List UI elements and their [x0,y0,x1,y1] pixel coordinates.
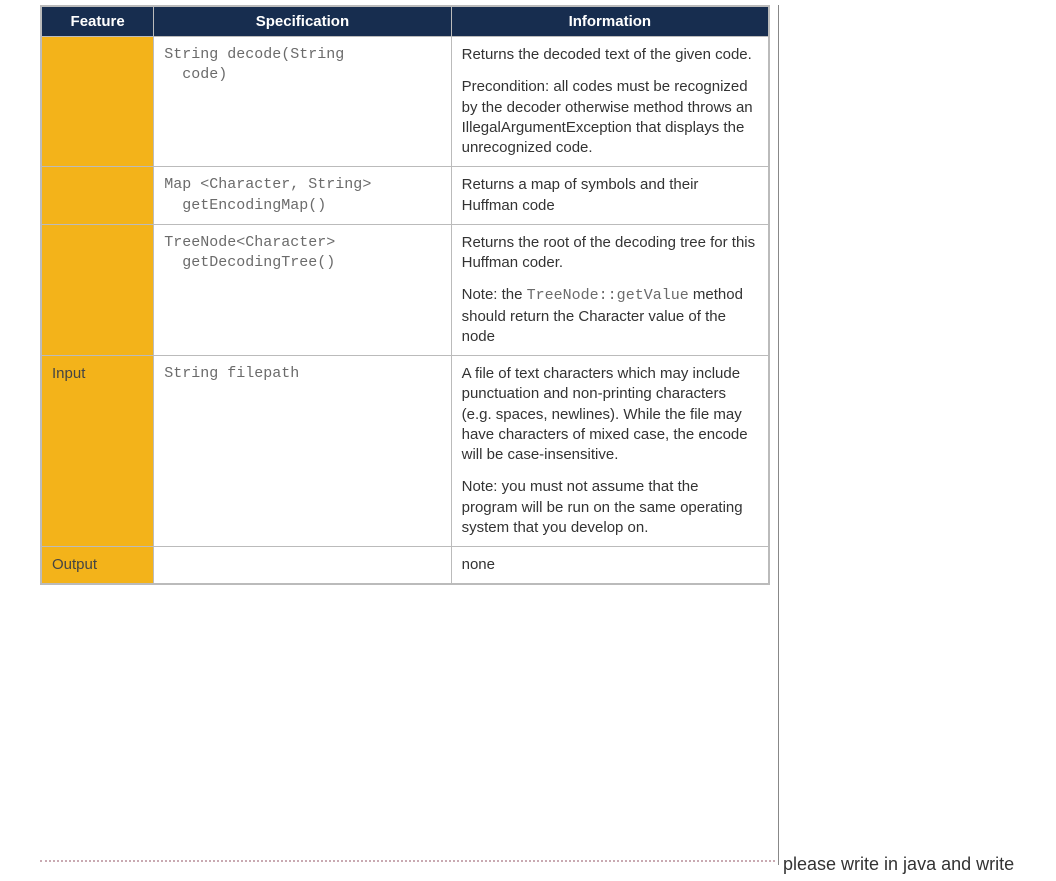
spec-cell [154,547,451,585]
spec-cell: TreeNode<Character> getDecodingTree() [154,224,451,355]
code-inline: TreeNode::getValue [527,287,689,304]
info-cell: none [451,547,769,585]
info-cell: Returns a map of symbols and their Huffm… [451,167,769,225]
info-paragraph: Note: the TreeNode::getValue method shou… [462,285,758,347]
spec-cell: Map <Character, String> getEncodingMap() [154,167,451,225]
table-row: Input String filepath A file of text cha… [41,356,769,547]
feature-cell [41,167,154,225]
table-row: String decode(String code) Returns the d… [41,37,769,167]
info-paragraph: Returns the decoded text of the given co… [462,45,758,65]
info-paragraph: Precondition: all codes must be recogniz… [462,77,758,158]
header-feature: Feature [41,6,154,37]
spec-cell: String filepath [154,356,451,547]
spec-table: Feature Specification Information String… [40,5,770,585]
spec-table-container: Feature Specification Information String… [40,5,770,585]
feature-cell: Input [41,356,154,547]
info-paragraph: Returns a map of symbols and their Huffm… [462,175,758,216]
vertical-divider [778,5,779,865]
info-cell: Returns the decoded text of the given co… [451,37,769,167]
table-row: Output none [41,547,769,585]
horizontal-rule [40,860,775,862]
feature-cell: Output [41,547,154,585]
table-row: TreeNode<Character> getDecodingTree() Re… [41,224,769,355]
info-paragraph: none [462,555,758,575]
info-cell: Returns the root of the decoding tree fo… [451,224,769,355]
info-paragraph: Note: you must not assume that the progr… [462,477,758,538]
caption-text: please write in java and write [783,854,1014,875]
info-paragraph: A file of text characters which may incl… [462,364,758,465]
header-information: Information [451,6,769,37]
spec-cell: String decode(String code) [154,37,451,167]
header-specification: Specification [154,6,451,37]
info-paragraph: Returns the root of the decoding tree fo… [462,233,758,274]
table-row: Map <Character, String> getEncodingMap()… [41,167,769,225]
feature-cell [41,37,154,167]
feature-cell [41,224,154,355]
info-cell: A file of text characters which may incl… [451,356,769,547]
